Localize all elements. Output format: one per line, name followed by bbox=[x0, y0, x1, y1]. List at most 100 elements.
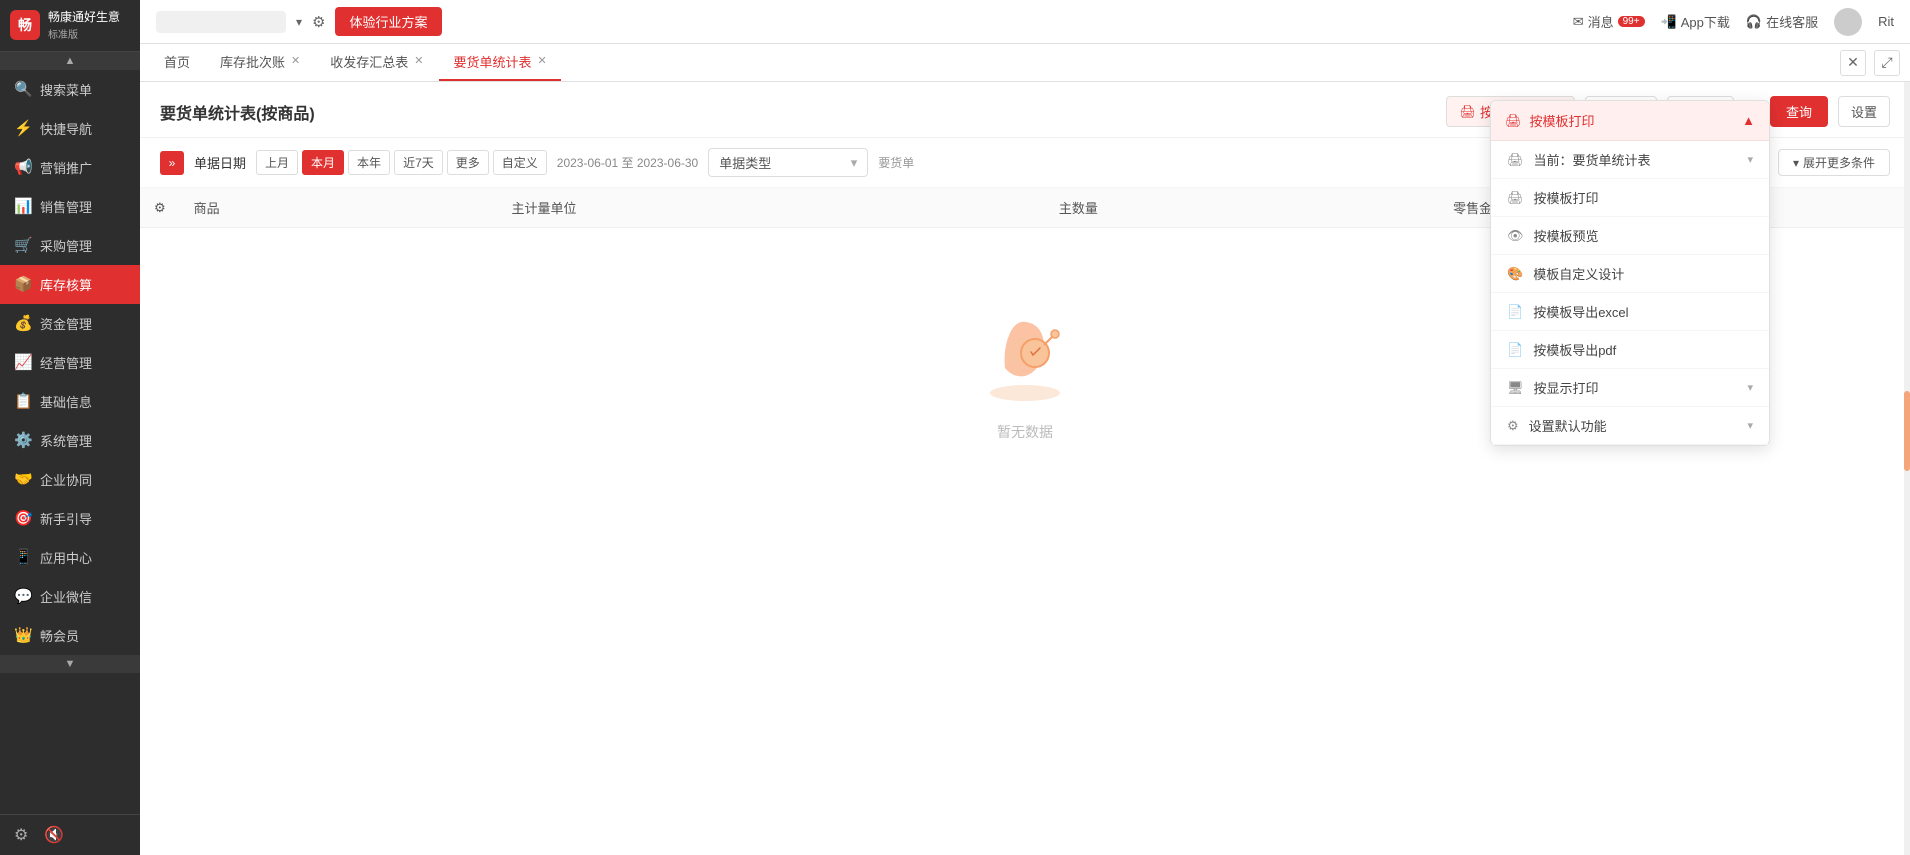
print-dropdown-header[interactable]: 🖨 按模板打印 ▲ bbox=[1491, 101, 1769, 141]
empty-state-text: 暂无数据 bbox=[997, 422, 1053, 442]
sidebar: 畅 畅康通好生意 标准版 ▲ 🔍 搜索菜单 ⚡ 快捷导航 📢 营销推广 📊 销售… bbox=[0, 0, 140, 855]
sidebar-item-search-menu[interactable]: 🔍 搜索菜单 bbox=[0, 70, 140, 109]
inventory-icon: 📦 bbox=[14, 275, 32, 293]
filter-expand-button[interactable]: » bbox=[160, 151, 184, 175]
tabs-right-actions: ✕ ⤢ bbox=[1840, 50, 1900, 76]
topbar-search-input[interactable] bbox=[156, 11, 286, 33]
query-button[interactable]: 查询 bbox=[1770, 96, 1828, 127]
scrollbar-thumb[interactable] bbox=[1904, 391, 1910, 471]
sidebar-item-finance[interactable]: 💰 资金管理 bbox=[0, 304, 140, 343]
table-header-qty: 主数量 bbox=[1045, 188, 1439, 228]
print-current-item[interactable]: 🖨 当前：要货单统计表 ▾ bbox=[1491, 141, 1769, 179]
table-header-goods: 商品 bbox=[180, 188, 498, 228]
tab-close-all-button[interactable]: ✕ bbox=[1840, 50, 1866, 76]
mute-icon[interactable]: 🔇 bbox=[44, 825, 64, 845]
tab-close-receipt-summary[interactable]: ✕ bbox=[414, 56, 423, 67]
print-dropdown-menu: 🖨 按模板打印 ▲ 🖨 当前：要货单统计表 ▾ 🖨 按模板打印 👁 按模板预览 … bbox=[1490, 100, 1770, 446]
basic-info-icon: 📋 bbox=[14, 392, 32, 410]
purchase-icon: 🛒 bbox=[14, 236, 32, 254]
logo-text: 畅康通好生意 标准版 bbox=[48, 10, 120, 41]
sidebar-item-basic-info[interactable]: 📋 基础信息 bbox=[0, 382, 140, 421]
logo-icon: 畅 bbox=[10, 10, 40, 40]
tab-inventory-batch[interactable]: 库存批次账 ✕ bbox=[206, 44, 314, 81]
goods-label: 要货单 bbox=[878, 154, 914, 171]
pdf-icon: 📄 bbox=[1507, 342, 1523, 358]
guide-icon: 🎯 bbox=[14, 509, 32, 527]
date-filter-buttons: 上月 本月 本年 近7天 更多 自定义 bbox=[256, 150, 547, 175]
tab-close-order-stats[interactable]: ✕ bbox=[538, 56, 547, 67]
operations-icon: 📈 bbox=[14, 353, 32, 371]
template-export-pdf-item[interactable]: 📄 按模板导出pdf bbox=[1491, 331, 1769, 369]
sidebar-item-sales[interactable]: 📊 销售管理 bbox=[0, 187, 140, 226]
display-print-item[interactable]: 🖥 按显示打印 ▾ bbox=[1491, 369, 1769, 407]
template-print-item[interactable]: 🖨 按模板打印 bbox=[1491, 179, 1769, 217]
sidebar-item-quick-nav[interactable]: ⚡ 快捷导航 bbox=[0, 109, 140, 148]
sidebar-item-app-center[interactable]: 📱 应用中心 bbox=[0, 538, 140, 577]
sidebar-item-enterprise[interactable]: 🤝 企业协同 bbox=[0, 460, 140, 499]
date-btn-this-year[interactable]: 本年 bbox=[348, 150, 390, 175]
avatar[interactable] bbox=[1834, 8, 1862, 36]
app-download-button[interactable]: 📲 App下载 bbox=[1661, 12, 1730, 31]
username-display[interactable]: Rit bbox=[1878, 14, 1894, 29]
tab-order-stats[interactable]: 要货单统计表 ✕ bbox=[439, 44, 560, 81]
tab-receipt-summary[interactable]: 收发存汇总表 ✕ bbox=[316, 44, 437, 81]
set-default-icon: ⚙ bbox=[1507, 418, 1519, 434]
sidebar-bottom: ⚙ 🔇 bbox=[0, 814, 140, 855]
date-btn-this-month[interactable]: 本月 bbox=[302, 150, 344, 175]
member-icon: 👑 bbox=[14, 626, 32, 644]
print-header-icon: 🖨 bbox=[1505, 113, 1522, 129]
template-custom-item[interactable]: 🎨 模板自定义设计 bbox=[1491, 255, 1769, 293]
industry-solution-button[interactable]: 体验行业方案 bbox=[335, 7, 441, 36]
app-center-icon: 📱 bbox=[14, 548, 32, 566]
topbar-dropdown-arrow[interactable]: ▾ bbox=[296, 15, 302, 29]
sidebar-item-inventory[interactable]: 📦 库存核算 bbox=[0, 265, 140, 304]
table-header-settings[interactable]: ⚙ bbox=[140, 188, 180, 228]
empty-state-icon bbox=[975, 308, 1075, 408]
sidebar-scroll-down[interactable]: ▼ bbox=[0, 655, 140, 673]
set-default-item[interactable]: ⚙ 设置默认功能 ▾ bbox=[1491, 407, 1769, 445]
date-btn-last-month[interactable]: 上月 bbox=[256, 150, 298, 175]
order-type-dropdown-icon: ▾ bbox=[851, 155, 858, 171]
expand-more-button[interactable]: ▾ 展开更多条件 bbox=[1778, 149, 1890, 176]
tab-home[interactable]: 首页 bbox=[150, 44, 204, 81]
date-btn-7days[interactable]: 近7天 bbox=[394, 150, 443, 175]
topbar-right: ✉ 消息 99+ 📲 App下载 🎧 在线客服 Rit bbox=[1573, 8, 1894, 36]
sidebar-item-sys-mgmt[interactable]: ⚙️ 系统管理 bbox=[0, 421, 140, 460]
print-dropdown-close-arrow[interactable]: ▲ bbox=[1742, 113, 1755, 128]
settings-button[interactable]: 设置 bbox=[1838, 96, 1890, 127]
date-btn-custom[interactable]: 自定义 bbox=[493, 150, 547, 175]
online-service-button[interactable]: 🎧 在线客服 bbox=[1746, 12, 1818, 31]
date-filter-label: 单据日期 bbox=[194, 153, 246, 172]
date-btn-more[interactable]: 更多 bbox=[447, 150, 489, 175]
message-icon: ✉ bbox=[1573, 14, 1584, 30]
current-dropdown-arrow: ▾ bbox=[1747, 153, 1753, 166]
wechat-icon: 💬 bbox=[14, 587, 32, 605]
sidebar-item-marketing[interactable]: 📢 营销推广 bbox=[0, 148, 140, 187]
date-range-display: 2023-06-01 至 2023-06-30 bbox=[557, 154, 698, 171]
sidebar-item-guide[interactable]: 🎯 新手引导 bbox=[0, 499, 140, 538]
sidebar-item-operations[interactable]: 📈 经营管理 bbox=[0, 343, 140, 382]
expand-icon: ▾ bbox=[1793, 156, 1799, 170]
sales-icon: 📊 bbox=[14, 197, 32, 215]
settings-icon[interactable]: ⚙ bbox=[14, 825, 28, 845]
template-preview-item[interactable]: 👁 按模板预览 bbox=[1491, 217, 1769, 255]
enterprise-icon: 🤝 bbox=[14, 470, 32, 488]
order-type-select[interactable]: 单据类型 ▾ bbox=[708, 148, 868, 177]
search-menu-icon: 🔍 bbox=[14, 80, 32, 98]
topbar-gear-icon[interactable]: ⚙ bbox=[312, 13, 325, 31]
scrollbar[interactable] bbox=[1904, 82, 1910, 855]
sidebar-scroll-up[interactable]: ▲ bbox=[0, 52, 140, 70]
tab-close-inventory-batch[interactable]: ✕ bbox=[291, 56, 300, 67]
message-button[interactable]: ✉ 消息 99+ bbox=[1573, 12, 1645, 31]
template-export-excel-item[interactable]: 📄 按模板导出excel bbox=[1491, 293, 1769, 331]
display-print-arrow: ▾ bbox=[1747, 381, 1753, 394]
sidebar-item-member[interactable]: 👑 畅会员 bbox=[0, 616, 140, 655]
tab-maximize-button[interactable]: ⤢ bbox=[1874, 50, 1900, 76]
sidebar-item-purchase[interactable]: 🛒 采购管理 bbox=[0, 226, 140, 265]
table-header-unit: 主计量单位 bbox=[497, 188, 1044, 228]
main-area: ▾ ⚙ 体验行业方案 ✉ 消息 99+ 📲 App下载 🎧 在线客服 Rit bbox=[140, 0, 1910, 855]
marketing-icon: 📢 bbox=[14, 158, 32, 176]
template-preview-icon: 👁 bbox=[1507, 228, 1524, 244]
sidebar-item-wechat[interactable]: 💬 企业微信 bbox=[0, 577, 140, 616]
print-icon: 🖨 bbox=[1459, 104, 1476, 120]
